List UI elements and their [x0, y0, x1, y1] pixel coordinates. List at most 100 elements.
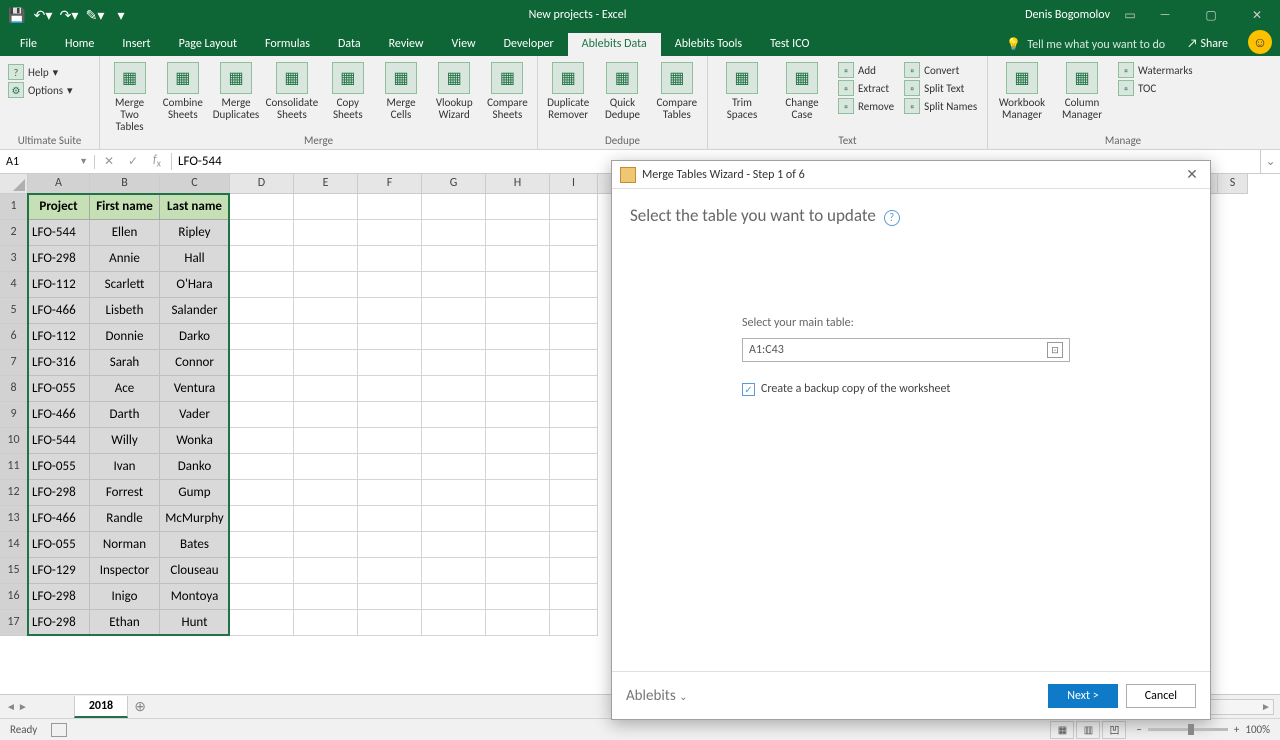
cell[interactable]: [486, 506, 550, 532]
ribbon-small-button[interactable]: ▫Remove: [838, 98, 894, 114]
ribbon-button[interactable]: ▦DuplicateRemover: [542, 60, 594, 121]
cell[interactable]: [230, 350, 294, 376]
cell[interactable]: LFO-466: [28, 506, 90, 532]
page-break-view-icon[interactable]: 凹: [1102, 721, 1126, 739]
cell[interactable]: [486, 220, 550, 246]
cell[interactable]: LFO-466: [28, 298, 90, 324]
main-table-input[interactable]: A1:C43 ⊡: [742, 338, 1070, 362]
cell[interactable]: [294, 506, 358, 532]
cell[interactable]: LFO-544: [28, 428, 90, 454]
cell[interactable]: [422, 350, 486, 376]
row-header[interactable]: 11: [0, 454, 28, 480]
cell[interactable]: [358, 506, 422, 532]
cell[interactable]: [230, 506, 294, 532]
cell[interactable]: [230, 428, 294, 454]
ribbon-button[interactable]: ▦ColumnManager: [1052, 60, 1112, 121]
cell[interactable]: [422, 506, 486, 532]
tab-formulas[interactable]: Formulas: [251, 33, 324, 56]
ribbon-small-button[interactable]: ▫Split Names: [904, 98, 977, 114]
cell[interactable]: [358, 246, 422, 272]
cell[interactable]: [422, 220, 486, 246]
cell[interactable]: [486, 558, 550, 584]
cell[interactable]: [294, 272, 358, 298]
spreadsheet-grid[interactable]: 1234567891011121314151617 ABCDEFGHIS Pro…: [0, 174, 1280, 694]
cell[interactable]: [422, 584, 486, 610]
cell[interactable]: [486, 246, 550, 272]
cell[interactable]: [422, 324, 486, 350]
row-header[interactable]: 7: [0, 350, 28, 376]
ribbon-small-button[interactable]: ▫Watermarks: [1118, 62, 1193, 78]
ribbon-button[interactable]: ▦CompareSheets: [482, 60, 533, 121]
column-header[interactable]: G: [422, 174, 486, 194]
cell[interactable]: [230, 194, 294, 220]
tell-me-search[interactable]: 💡 Tell me what you want to do: [996, 37, 1175, 56]
cell[interactable]: [550, 610, 598, 636]
cell[interactable]: [230, 220, 294, 246]
cell[interactable]: [550, 350, 598, 376]
ribbon-button[interactable]: ▦CopySheets: [322, 60, 373, 121]
cell[interactable]: [358, 584, 422, 610]
ribbon-small-button[interactable]: ▫Convert: [904, 62, 977, 78]
cell[interactable]: [550, 246, 598, 272]
cell[interactable]: LFO-466: [28, 402, 90, 428]
range-picker-icon[interactable]: ⊡: [1047, 342, 1063, 358]
cell[interactable]: LFO-316: [28, 350, 90, 376]
touch-mode-icon[interactable]: ✎▾: [84, 4, 106, 26]
cell[interactable]: [230, 532, 294, 558]
minimize-button[interactable]: —: [1142, 0, 1188, 30]
column-header[interactable]: D: [230, 174, 294, 194]
row-header[interactable]: 15: [0, 558, 28, 584]
cell[interactable]: [422, 558, 486, 584]
ribbon-small-button[interactable]: ▫TOC: [1118, 80, 1193, 96]
cell[interactable]: [422, 246, 486, 272]
cell[interactable]: LFO-129: [28, 558, 90, 584]
cell[interactable]: Forrest: [90, 480, 160, 506]
cell[interactable]: Wonka: [160, 428, 230, 454]
cell[interactable]: [358, 194, 422, 220]
cell[interactable]: Hunt: [160, 610, 230, 636]
cell[interactable]: [422, 298, 486, 324]
cell[interactable]: Willy: [90, 428, 160, 454]
cell[interactable]: [294, 324, 358, 350]
cell[interactable]: [230, 454, 294, 480]
page-layout-view-icon[interactable]: ▥: [1076, 721, 1100, 739]
cell[interactable]: [486, 324, 550, 350]
cell[interactable]: [230, 272, 294, 298]
cell[interactable]: [486, 376, 550, 402]
cell[interactable]: [358, 558, 422, 584]
cell[interactable]: [550, 454, 598, 480]
qat-customize-icon[interactable]: ▾: [110, 4, 132, 26]
column-header[interactable]: I: [550, 174, 598, 194]
zoom-level[interactable]: 100%: [1245, 723, 1270, 736]
cell[interactable]: Project: [28, 194, 90, 220]
cell[interactable]: Scarlett: [90, 272, 160, 298]
cell[interactable]: Clouseau: [160, 558, 230, 584]
cell[interactable]: [294, 350, 358, 376]
cell[interactable]: [422, 454, 486, 480]
cell[interactable]: Vader: [160, 402, 230, 428]
expand-formula-bar[interactable]: ⌄: [1260, 150, 1280, 173]
zoom-out-icon[interactable]: −: [1136, 723, 1141, 736]
cell[interactable]: [358, 480, 422, 506]
cell[interactable]: [230, 610, 294, 636]
row-header[interactable]: 8: [0, 376, 28, 402]
enter-formula-icon[interactable]: ✓: [125, 154, 141, 169]
ribbon-small-button[interactable]: ▫Split Text: [904, 80, 977, 96]
cell[interactable]: [358, 610, 422, 636]
feedback-icon[interactable]: ☺: [1248, 30, 1272, 54]
cell[interactable]: [550, 428, 598, 454]
cell[interactable]: [294, 220, 358, 246]
cell[interactable]: [550, 480, 598, 506]
cell[interactable]: [550, 376, 598, 402]
cell[interactable]: [550, 584, 598, 610]
help-button[interactable]: ?Help ▾: [8, 64, 73, 80]
tab-file[interactable]: File: [6, 33, 51, 56]
cell[interactable]: Lisbeth: [90, 298, 160, 324]
cell[interactable]: [230, 480, 294, 506]
ribbon-button[interactable]: ▦TrimSpaces: [712, 60, 772, 121]
cell[interactable]: [422, 480, 486, 506]
save-icon[interactable]: 💾: [6, 4, 28, 26]
row-header[interactable]: 14: [0, 532, 28, 558]
cell[interactable]: LFO-055: [28, 376, 90, 402]
column-header[interactable]: E: [294, 174, 358, 194]
